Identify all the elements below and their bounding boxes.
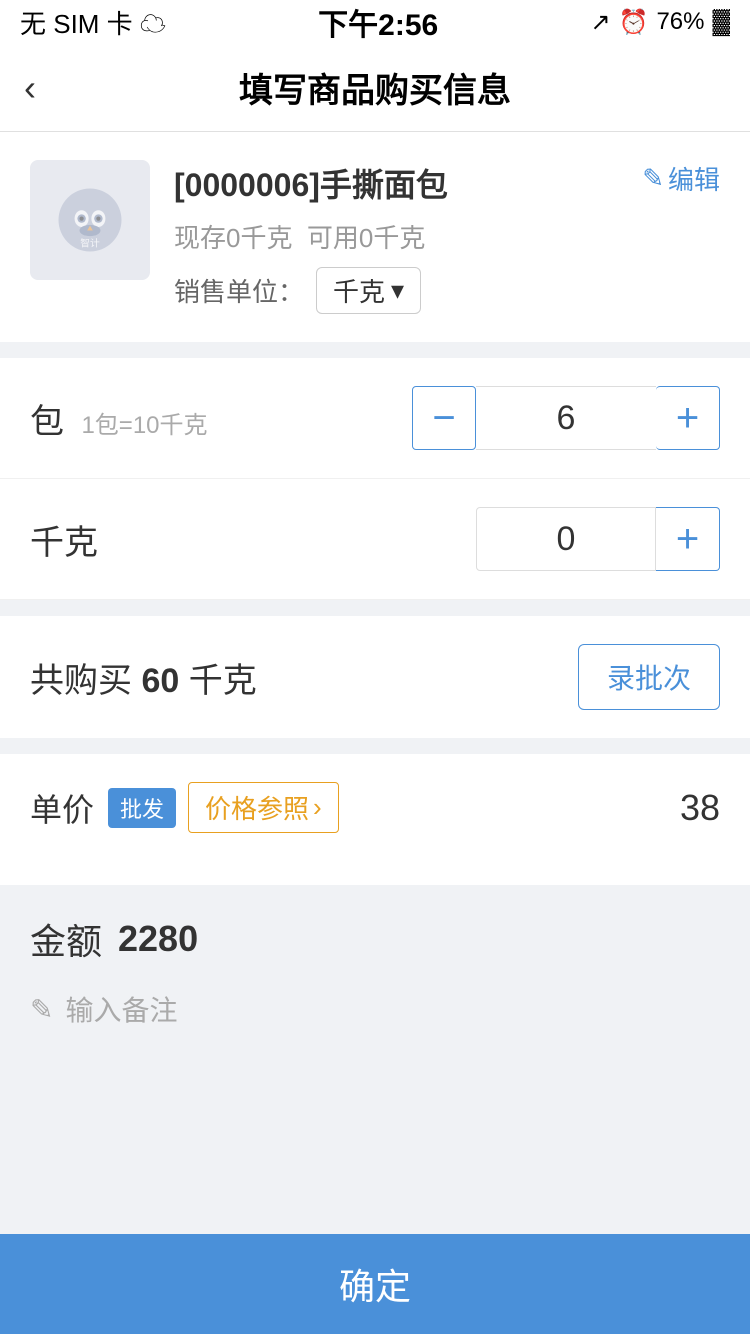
- amount-section: 金额 2280 ✎ 输入备注: [0, 885, 750, 1234]
- increment-bag-button[interactable]: +: [656, 386, 720, 450]
- location-icon: ↗: [590, 8, 610, 37]
- remark-row[interactable]: ✎ 输入备注: [30, 989, 720, 1029]
- remark-placeholder: 输入备注: [65, 989, 177, 1029]
- price-section: 单价 批发 价格参照 › 38: [0, 754, 750, 885]
- product-info: [0000006]手撕面包 现存0千克 可用0千克 销售单位： 千克 ▾: [174, 160, 720, 314]
- no-sim-label: 无 SIM 卡 ☁: [20, 4, 166, 41]
- quantity-row-kg: 千克 +: [0, 479, 750, 600]
- amount-row: 金额 2280: [30, 913, 720, 965]
- increment-kg-button[interactable]: +: [656, 507, 720, 571]
- price-type-tag: 批发: [108, 788, 176, 828]
- status-right: ↗ ⏰ 76% ▓: [590, 8, 730, 37]
- quantity-row-bag: 包 1包=10千克 − +: [0, 358, 750, 479]
- product-card: 智计 [0000006]手撕面包 现存0千克 可用0千克 销售单位： 千克 ▾ …: [0, 132, 750, 342]
- product-unit-row: 销售单位： 千克 ▾: [174, 267, 720, 314]
- quantity-label-bag: 包 1包=10千克: [30, 394, 412, 443]
- battery-label: 76%: [656, 8, 704, 36]
- quantity-input-bag[interactable]: [476, 386, 656, 450]
- amount-value: 2280: [118, 918, 198, 960]
- product-image: 智计: [30, 160, 150, 280]
- batch-button[interactable]: 录批次: [578, 644, 720, 710]
- pencil-icon: ✎: [30, 993, 53, 1026]
- product-logo-icon: 智计: [55, 185, 125, 255]
- quantity-control-bag: − +: [412, 386, 720, 450]
- unit-label: 销售单位：: [174, 272, 304, 309]
- confirm-button[interactable]: 确定: [0, 1234, 750, 1334]
- amount-label: 金额: [30, 913, 102, 965]
- status-bar: 无 SIM 卡 ☁ 下午2:56 ↗ ⏰ 76% ▓: [0, 0, 750, 44]
- quantity-label-kg: 千克: [30, 515, 476, 564]
- chevron-down-icon: ▾: [391, 275, 404, 306]
- total-label: 共购买 60 千克: [30, 653, 578, 702]
- price-row: 单价 批发 价格参照 › 38: [30, 782, 720, 833]
- edit-icon: ✎: [642, 163, 664, 194]
- decrement-bag-button[interactable]: −: [412, 386, 476, 450]
- alarm-icon: ⏰: [619, 8, 649, 37]
- product-name: [0000006]手撕面包: [174, 160, 720, 206]
- svg-text:智计: 智计: [80, 237, 100, 250]
- battery-icon: ▓: [713, 8, 731, 36]
- page-title: 填写商品购买信息: [239, 63, 511, 112]
- total-row: 共购买 60 千克 录批次: [0, 616, 750, 738]
- product-stock: 现存0千克 可用0千克: [174, 218, 720, 255]
- quantity-sublabel-bag: 1包=10千克: [81, 412, 207, 439]
- quantity-input-kg[interactable]: [476, 507, 656, 571]
- quantity-section: 包 1包=10千克 − + 千克 +: [0, 358, 750, 600]
- price-value: 38: [680, 787, 720, 829]
- status-left: 无 SIM 卡 ☁: [20, 4, 166, 41]
- chevron-right-icon: ›: [313, 792, 322, 823]
- quantity-control-kg: +: [476, 507, 720, 571]
- confirm-button-label: 确定: [339, 1258, 411, 1310]
- edit-button[interactable]: ✎ 编辑: [642, 160, 720, 197]
- unit-select[interactable]: 千克 ▾: [316, 267, 421, 314]
- nav-bar: ‹ 填写商品购买信息: [0, 44, 750, 132]
- total-section: 共购买 60 千克 录批次: [0, 616, 750, 738]
- back-button[interactable]: ‹: [24, 67, 36, 109]
- price-label: 单价: [30, 785, 94, 831]
- status-time: 下午2:56: [318, 0, 438, 44]
- price-ref-button[interactable]: 价格参照 ›: [188, 782, 339, 833]
